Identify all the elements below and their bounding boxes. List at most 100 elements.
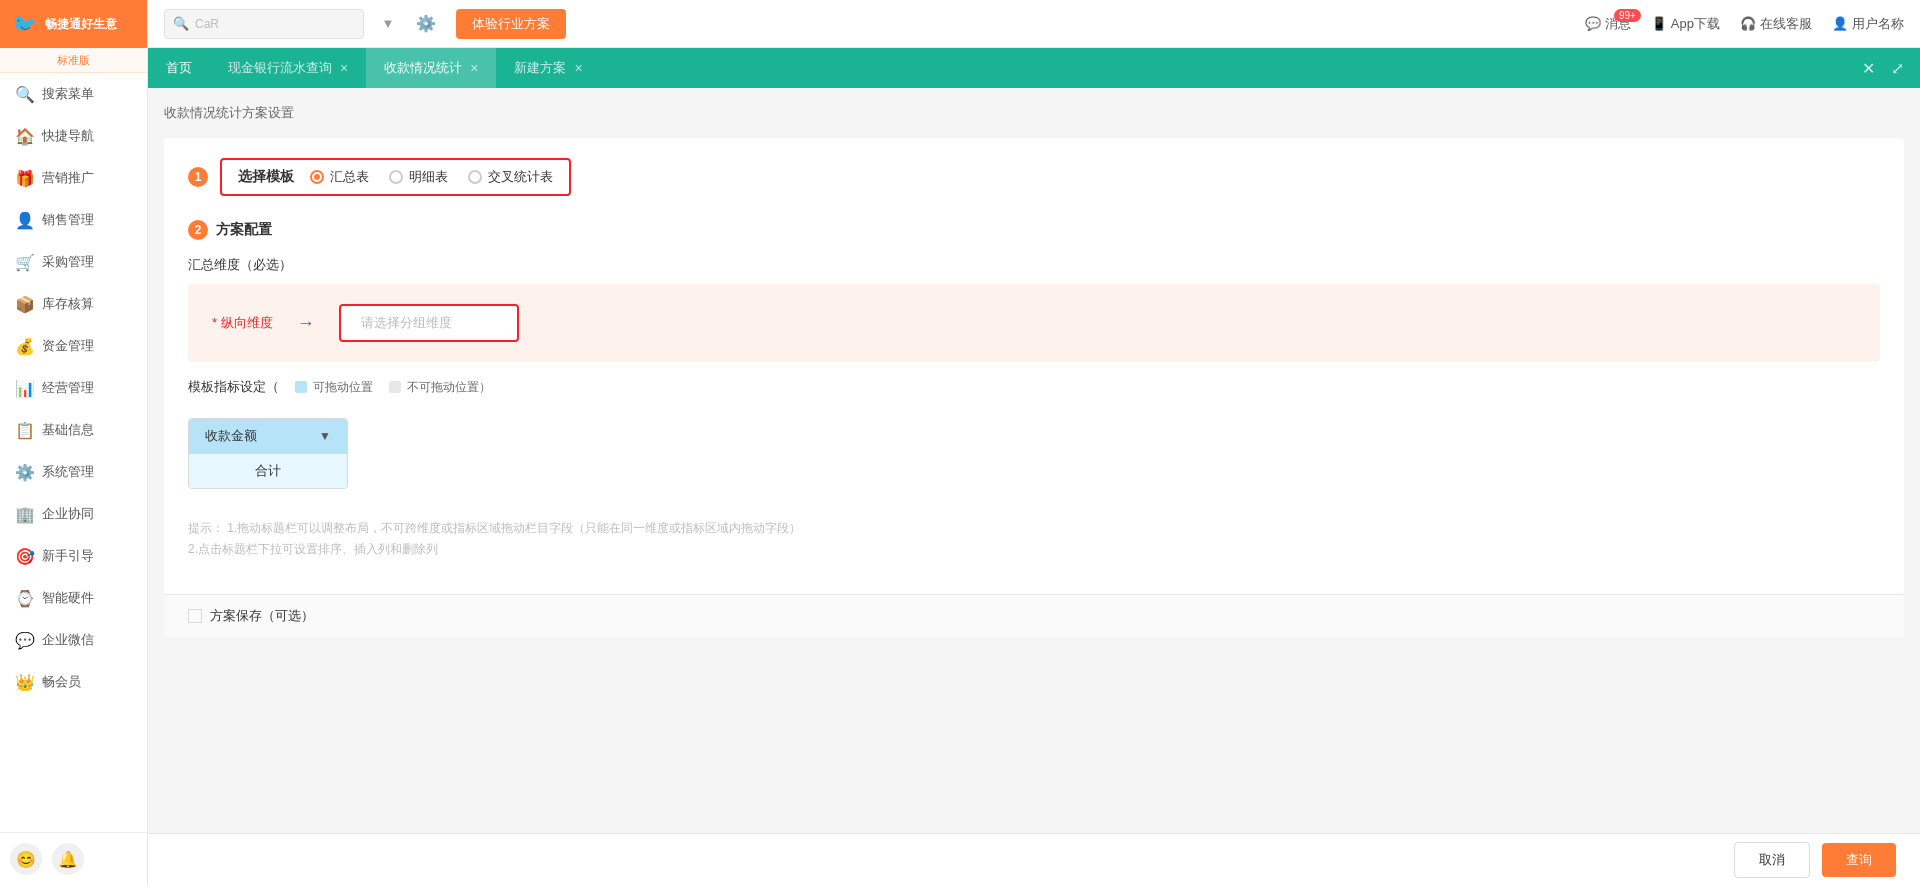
chevron-down-icon: ▼ (319, 429, 331, 443)
tab-payment-stat[interactable]: 收款情况统计 × (366, 48, 496, 88)
tabbar-actions: ✕ ⤢ (1858, 55, 1920, 82)
inventory-icon: 📦 (16, 295, 34, 313)
radio-detail[interactable]: 明细表 (389, 168, 448, 186)
topbar-user-btn[interactable]: 👤 用户名称 (1832, 15, 1904, 33)
sidebar-item-label: 畅会员 (42, 673, 81, 691)
content-area: 收款情况统计方案设置 1 选择模板 汇总表 (148, 88, 1920, 833)
indicator-table-container: 收款金额 ▼ 合计 (188, 406, 1880, 504)
radio-detail-circle (389, 170, 403, 184)
marketing-icon: 🎁 (16, 169, 34, 187)
industry-btn[interactable]: 体验行业方案 (456, 9, 566, 39)
tab-bank-flow-close[interactable]: × (340, 60, 348, 76)
query-button[interactable]: 查询 (1822, 843, 1896, 877)
save-label: 方案保存（可选） (210, 607, 314, 625)
indicator-cell: 合计 (189, 454, 347, 488)
form-card: 1 选择模板 汇总表 明细表 (164, 138, 1904, 594)
purchase-icon: 🛒 (16, 253, 34, 271)
tab-new-plan[interactable]: 新建方案 × (496, 48, 600, 88)
tip-2: 2.点击标题栏下拉可设置排序、插入列和删除列 (188, 541, 1880, 558)
sidebar-item-smart-hw[interactable]: ⌚ 智能硬件 (0, 577, 147, 619)
tab-home[interactable]: 首页 (148, 48, 210, 88)
sidebar-bottom-icon1[interactable]: 😊 (10, 843, 42, 875)
sidebar-item-label: 库存核算 (42, 295, 94, 313)
dimension-placeholder: 请选择分组维度 (361, 315, 452, 330)
sidebar-item-operation[interactable]: 📊 经营管理 (0, 367, 147, 409)
user-icon: 👤 (1832, 16, 1848, 31)
tips-area: 提示： 1.拖动标题栏可以调整布局，不可跨维度或指标区域拖动栏目字段（只能在同一… (188, 520, 1880, 558)
sidebar-item-system[interactable]: ⚙️ 系统管理 (0, 451, 147, 493)
tabbar-expand-btn[interactable]: ⤢ (1887, 55, 1908, 82)
sidebar-item-sales[interactable]: 👤 销售管理 (0, 199, 147, 241)
sidebar-item-inventory[interactable]: 📦 库存核算 (0, 283, 147, 325)
section1-num: 1 (188, 167, 208, 187)
radio-cross[interactable]: 交叉统计表 (468, 168, 553, 186)
indicator-header[interactable]: 收款金额 ▼ (189, 419, 347, 454)
sidebar-item-enterprise[interactable]: 🏢 企业协同 (0, 493, 147, 535)
cancel-button[interactable]: 取消 (1734, 842, 1810, 878)
sidebar-item-basic-info[interactable]: 📋 基础信息 (0, 409, 147, 451)
dimension-label: 汇总维度（必选） (188, 256, 1880, 274)
sidebar-item-quick-nav[interactable]: 🏠 快捷导航 (0, 115, 147, 157)
sidebar-item-search-menu[interactable]: 🔍 搜索菜单 (0, 73, 147, 115)
legend-draggable: 可拖动位置 (295, 379, 373, 396)
page-title: 收款情况统计方案设置 (164, 104, 1904, 122)
tip-1: 提示： 1.拖动标题栏可以调整布局，不可跨维度或指标区域拖动栏目字段（只能在同一… (188, 520, 1880, 537)
sidebar-item-newbie[interactable]: 🎯 新手引导 (0, 535, 147, 577)
dimension-selector[interactable]: 请选择分组维度 (339, 304, 519, 342)
sidebar-item-label: 经营管理 (42, 379, 94, 397)
smart-hw-icon: ⌚ (16, 589, 34, 607)
logo-icon: 🐦 (12, 12, 37, 36)
user-name-label: 用户名称 (1852, 15, 1904, 33)
radio-summary[interactable]: 汇总表 (310, 168, 369, 186)
legend-fixed-label: 不可拖动位置） (407, 379, 491, 396)
indicator-label-row: 模板指标设定（ 可拖动位置 不可拖动位置） (188, 378, 1880, 396)
tab-payment-stat-label: 收款情况统计 (384, 59, 462, 77)
topbar-service-btn[interactable]: 🎧 在线客服 (1740, 15, 1812, 33)
dimension-arrow: → (297, 313, 315, 334)
topbar-dropdown-icon[interactable]: ▼ (380, 16, 396, 32)
search-input-display: CaR (195, 17, 219, 31)
topbar-download-btn[interactable]: 📱 App下载 (1651, 15, 1720, 33)
config-section: 2 方案配置 汇总维度（必选） * 纵向维度 → 请选择分组维度 (188, 220, 1880, 558)
sidebar-item-label: 系统管理 (42, 463, 94, 481)
msg-badge: 99+ (1614, 9, 1641, 22)
main-area: 🔍 CaR ▼ ⚙️ 体验行业方案 💬 消息 99+ 📱 App下载 🎧 在线客… (148, 0, 1920, 885)
indicator-header-label: 收款金额 (205, 427, 257, 445)
newbie-icon: 🎯 (16, 547, 34, 565)
tab-bank-flow-label: 现金银行流水查询 (228, 59, 332, 77)
sidebar-item-purchase[interactable]: 🛒 采购管理 (0, 241, 147, 283)
download-icon: 📱 (1651, 16, 1667, 31)
sidebar-item-member[interactable]: 👑 畅会员 (0, 661, 147, 703)
sidebar-logo: 🐦 畅捷通好生意 (0, 0, 147, 48)
sidebar: 🐦 畅捷通好生意 标准版 🔍 搜索菜单 🏠 快捷导航 🎁 营销推广 👤 销售管理… (0, 0, 148, 885)
radio-detail-label: 明细表 (409, 168, 448, 186)
tab-payment-stat-close[interactable]: × (470, 60, 478, 76)
sales-icon: 👤 (16, 211, 34, 229)
save-checkbox[interactable] (188, 609, 202, 623)
sidebar-item-marketing[interactable]: 🎁 营销推广 (0, 157, 147, 199)
tab-new-plan-close[interactable]: × (574, 60, 582, 76)
logo-badge: 标准版 (57, 54, 90, 66)
sidebar-item-label: 新手引导 (42, 547, 94, 565)
member-icon: 👑 (16, 673, 34, 691)
sidebar-item-wechat[interactable]: 💬 企业微信 (0, 619, 147, 661)
msg-icon: 💬 (1585, 16, 1601, 31)
sidebar-item-label: 企业微信 (42, 631, 94, 649)
section1-label: 选择模板 (238, 168, 294, 186)
legend-draggable-label: 可拖动位置 (313, 379, 373, 396)
tabbar-close-btn[interactable]: ✕ (1858, 55, 1879, 82)
tab-bank-flow[interactable]: 现金银行流水查询 × (210, 48, 366, 88)
topbar-right: 💬 消息 99+ 📱 App下载 🎧 在线客服 👤 用户名称 (1585, 15, 1904, 33)
topbar-gear-icon[interactable]: ⚙️ (412, 10, 440, 38)
indicator-settings: 模板指标设定（ 可拖动位置 不可拖动位置） (188, 378, 1880, 504)
sidebar-item-finance[interactable]: 💰 资金管理 (0, 325, 147, 367)
search-menu-icon: 🔍 (16, 85, 34, 103)
operation-icon: 📊 (16, 379, 34, 397)
topbar-search-box[interactable]: 🔍 CaR (164, 9, 364, 39)
enterprise-icon: 🏢 (16, 505, 34, 523)
topbar-msg-btn[interactable]: 💬 消息 99+ (1585, 15, 1631, 33)
sidebar-bottom-icon2[interactable]: 🔔 (52, 843, 84, 875)
service-icon: 🎧 (1740, 16, 1756, 31)
sidebar-item-label: 采购管理 (42, 253, 94, 271)
sidebar-item-label: 销售管理 (42, 211, 94, 229)
